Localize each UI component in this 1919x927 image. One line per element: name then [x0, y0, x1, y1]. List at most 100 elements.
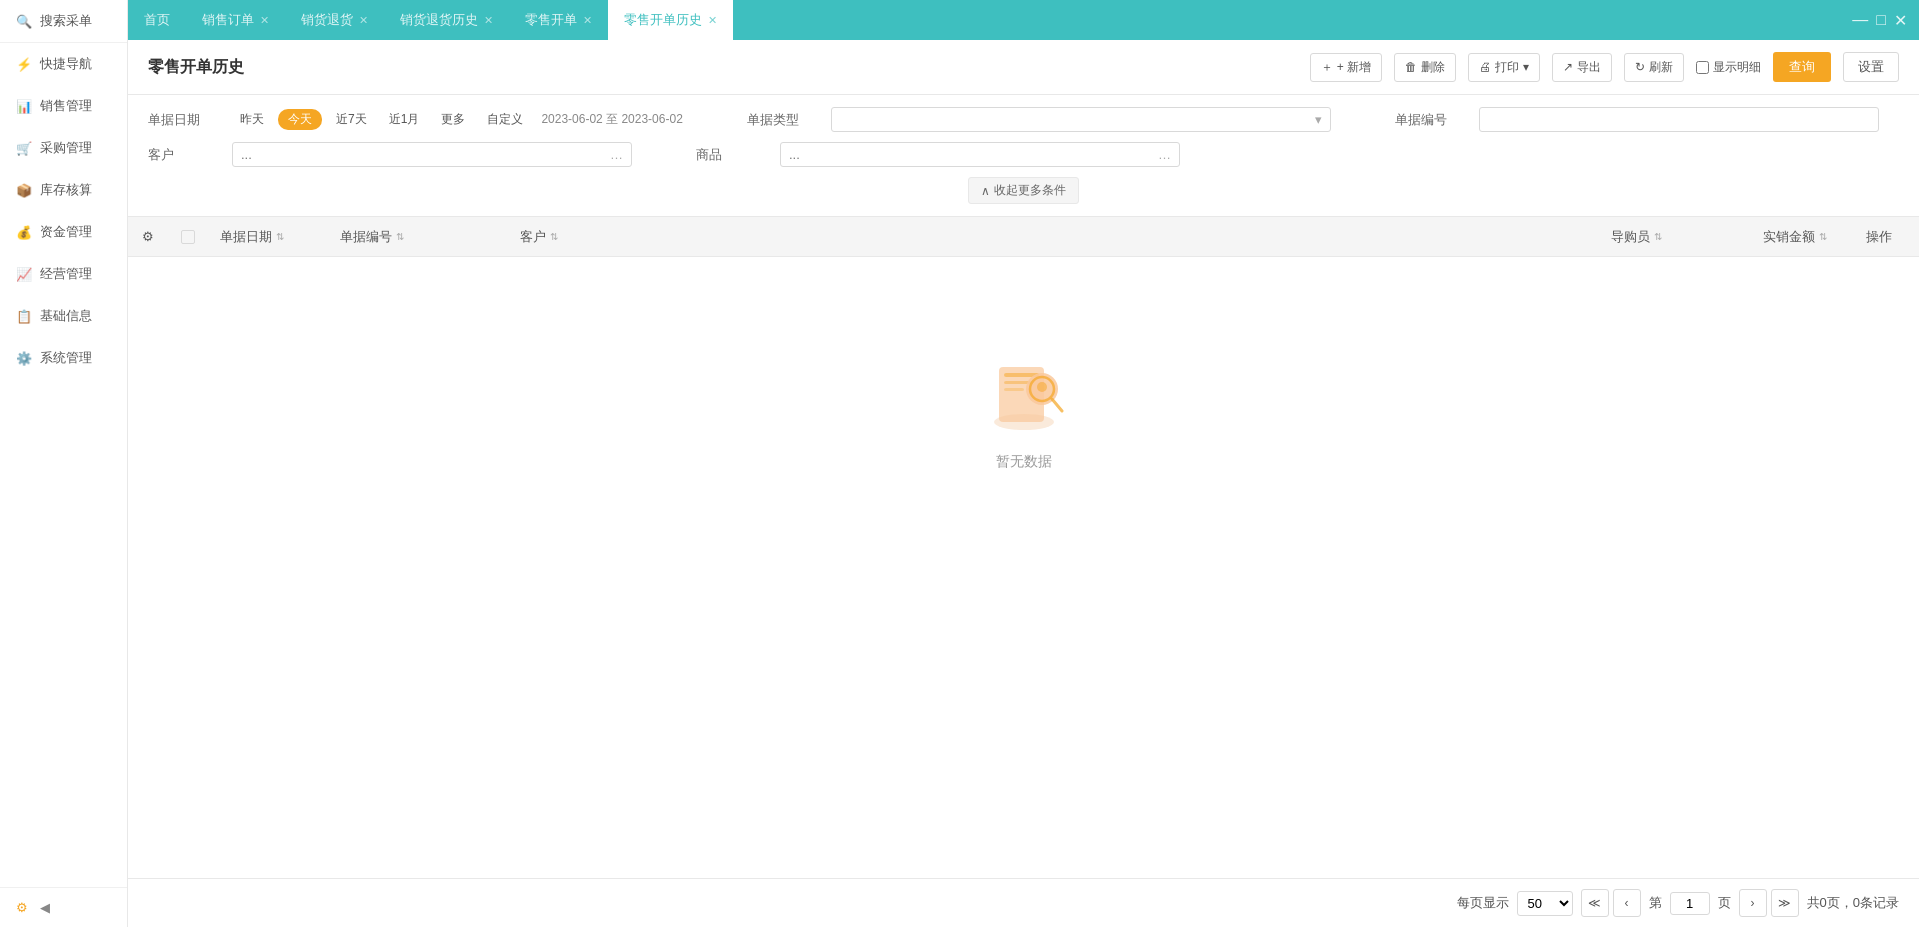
date-last-month[interactable]: 近1月 [381, 109, 428, 130]
th-customer[interactable]: 客户 ⇅ [508, 228, 1599, 246]
export-icon: ↗ [1563, 60, 1573, 74]
date-more[interactable]: 更多 [433, 109, 473, 130]
date-yesterday[interactable]: 昨天 [232, 109, 272, 130]
display-detail-checkbox[interactable] [1696, 61, 1709, 74]
first-page-btn[interactable]: ≪ [1581, 889, 1609, 917]
finance-icon: 💰 [16, 225, 32, 240]
sales-mgmt-icon: 📊 [16, 99, 32, 114]
empty-icon-svg [974, 337, 1074, 437]
sidebar-footer: ⚙ ◀ [0, 887, 127, 927]
goods-more-icon[interactable]: … [1158, 147, 1171, 162]
quick-nav-icon: ⚡ [16, 57, 32, 72]
goods-input[interactable] [789, 147, 1158, 162]
th-settings[interactable]: ⚙ [128, 229, 168, 244]
minimize-btn[interactable]: — [1852, 11, 1868, 29]
tab-retail-history[interactable]: 零售开单历史 ✕ [608, 0, 733, 40]
sidebar-item-label: 基础信息 [40, 307, 92, 325]
sidebar-item-purchase-mgmt[interactable]: 🛒 采购管理 [0, 127, 127, 169]
bill-type-select-wrap[interactable]: ▾ [831, 107, 1331, 132]
prev-page-icon: ‹ [1625, 896, 1629, 910]
query-button[interactable]: 查询 [1773, 52, 1831, 82]
th-customer-label: 客户 [520, 228, 546, 246]
export-label: 导出 [1577, 59, 1601, 76]
th-billno-sort-icon: ⇅ [396, 231, 404, 242]
sidebar-item-basic-info[interactable]: 📋 基础信息 [0, 295, 127, 337]
th-guide[interactable]: 导购员 ⇅ [1599, 228, 1719, 246]
filter-row-2: 客户 … 商品 … [148, 142, 1899, 167]
tab-home[interactable]: 首页 [128, 0, 186, 40]
refresh-icon: ↻ [1635, 60, 1645, 74]
print-button[interactable]: 🖨 打印 ▾ [1468, 53, 1540, 82]
collapse-filter-btn[interactable]: ∧ 收起更多条件 [968, 177, 1079, 204]
date-filter-label: 单据日期 [148, 111, 208, 129]
refresh-button[interactable]: ↻ 刷新 [1624, 53, 1684, 82]
delete-button[interactable]: 🗑 删除 [1394, 53, 1456, 82]
th-date[interactable]: 单据日期 ⇅ [208, 228, 328, 246]
bill-type-label: 单据类型 [747, 111, 807, 129]
collapse-sidebar-icon[interactable]: ◀ [40, 900, 50, 915]
customer-input[interactable] [241, 147, 610, 162]
pagination: 每页显示 10 20 50 100 ≪ ‹ 第 1 页 › ≫ 共0页，0条记录 [128, 878, 1919, 927]
sidebar-item-system[interactable]: ⚙️ 系统管理 [0, 337, 127, 379]
tab-return-history-close[interactable]: ✕ [484, 14, 493, 27]
date-custom[interactable]: 自定义 [479, 109, 531, 130]
page-word: 第 [1645, 894, 1666, 912]
sidebar-item-quick-nav[interactable]: ⚡ 快捷导航 [0, 43, 127, 85]
sidebar-item-operations[interactable]: 📈 经营管理 [0, 253, 127, 295]
close-btn[interactable]: ✕ [1894, 11, 1907, 30]
tab-retail-open[interactable]: 零售开单 ✕ [509, 0, 608, 40]
tab-sales-return[interactable]: 销货退货 ✕ [285, 0, 384, 40]
svg-point-8 [1037, 382, 1047, 392]
customer-input-wrap: … [232, 142, 632, 167]
sidebar-item-inventory[interactable]: 📦 库存核算 [0, 169, 127, 211]
last-page-btn[interactable]: ≫ [1771, 889, 1799, 917]
next-page-btn[interactable]: › [1739, 889, 1767, 917]
th-check[interactable] [168, 230, 208, 244]
tab-home-label: 首页 [144, 11, 170, 29]
th-checkbox[interactable] [181, 230, 195, 244]
first-page-icon: ≪ [1588, 896, 1601, 910]
date-today[interactable]: 今天 [278, 109, 322, 130]
customer-more-icon[interactable]: … [610, 147, 623, 162]
tab-sales-order[interactable]: 销售订单 ✕ [186, 0, 285, 40]
th-action: 操作 [1839, 228, 1919, 246]
tab-retail-history-close[interactable]: ✕ [708, 14, 717, 27]
setting-button[interactable]: 设置 [1843, 52, 1899, 82]
filter-area: 单据日期 昨天 今天 近7天 近1月 更多 自定义 2023-06-02 至 2… [128, 95, 1919, 217]
th-amount[interactable]: 实销金额 ⇅ [1719, 228, 1839, 246]
settings-gear-icon[interactable]: ⚙ [142, 229, 154, 244]
export-button[interactable]: ↗ 导出 [1552, 53, 1612, 82]
display-detail-toggle[interactable]: 显示明细 [1696, 59, 1761, 76]
tab-sales-return-close[interactable]: ✕ [359, 14, 368, 27]
print-icon: 🖨 [1479, 60, 1491, 74]
settings-icon[interactable]: ⚙ [16, 900, 28, 915]
window-actions: — □ ✕ [1840, 11, 1919, 30]
date-last7[interactable]: 近7天 [328, 109, 375, 130]
table-wrap: ⚙ 单据日期 ⇅ 单据编号 ⇅ 客户 ⇅ 导购员 [128, 217, 1919, 551]
sidebar-item-sales-mgmt[interactable]: 📊 销售管理 [0, 85, 127, 127]
tab-return-history[interactable]: 销货退货历史 ✕ [384, 0, 509, 40]
page-input[interactable]: 1 [1670, 892, 1710, 915]
svg-rect-4 [1004, 388, 1024, 391]
add-button[interactable]: ＋ + 新增 [1310, 53, 1382, 82]
page-size-select[interactable]: 10 20 50 100 [1517, 891, 1573, 916]
bill-no-input-wrap [1479, 107, 1879, 132]
tab-sales-order-close[interactable]: ✕ [260, 14, 269, 27]
system-icon: ⚙️ [16, 351, 32, 366]
collapse-label: 收起更多条件 [994, 182, 1066, 199]
th-billno[interactable]: 单据编号 ⇅ [328, 228, 508, 246]
page-size-label: 每页显示 [1457, 894, 1509, 912]
add-label: + 新增 [1337, 59, 1371, 76]
bill-no-input[interactable] [1488, 112, 1870, 127]
prev-page-btn[interactable]: ‹ [1613, 889, 1641, 917]
tab-retail-open-close[interactable]: ✕ [583, 14, 592, 27]
sidebar-item-label: 采购管理 [40, 139, 92, 157]
table-area: ⚙ 单据日期 ⇅ 单据编号 ⇅ 客户 ⇅ 导购员 [128, 217, 1919, 878]
filter-row-1: 单据日期 昨天 今天 近7天 近1月 更多 自定义 2023-06-02 至 2… [148, 107, 1899, 132]
sidebar-search-btn[interactable]: 🔍 搜索采单 [0, 0, 127, 43]
sidebar-item-finance[interactable]: 💰 资金管理 [0, 211, 127, 253]
maximize-btn[interactable]: □ [1876, 11, 1886, 29]
goods-input-wrap: … [780, 142, 1180, 167]
header-actions: ＋ + 新增 🗑 删除 🖨 打印 ▾ ↗ 导出 ↻ 刷新 显示 [1310, 52, 1899, 82]
tab-return-history-label: 销货退货历史 [400, 11, 478, 29]
